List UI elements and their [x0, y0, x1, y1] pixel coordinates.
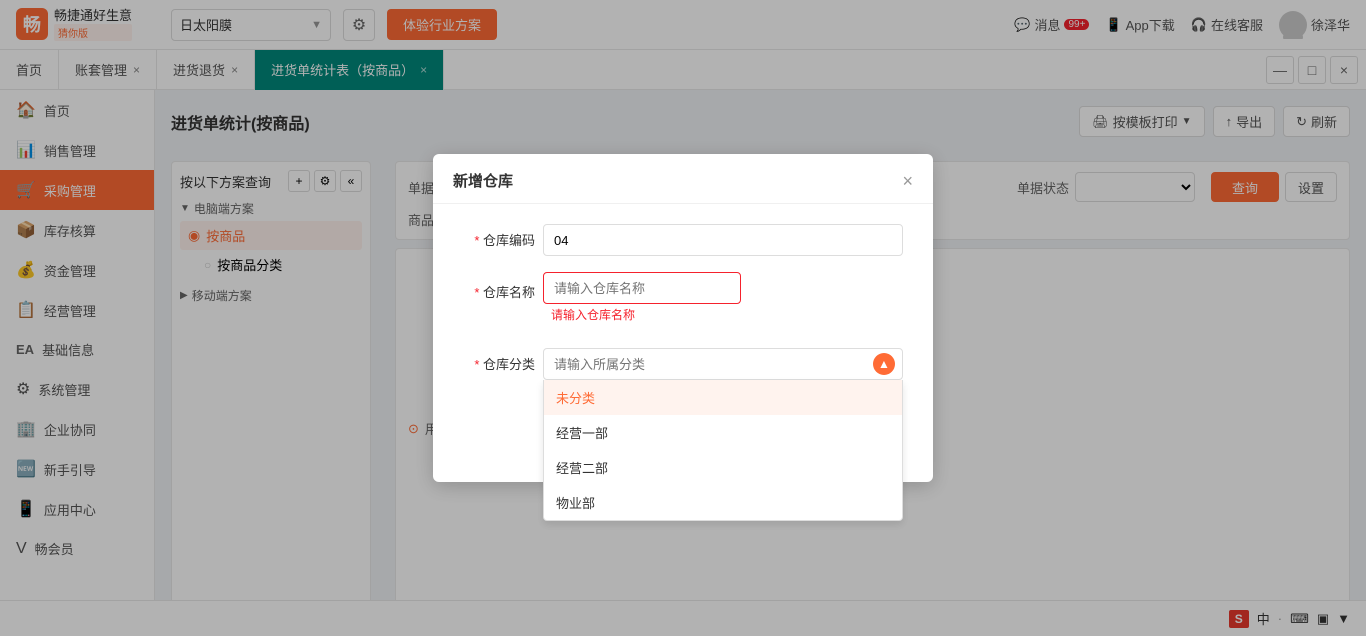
code-input[interactable] [543, 224, 903, 256]
category-input[interactable] [543, 348, 903, 380]
add-warehouse-dialog: 新增仓库 × 仓库编码 仓库名称 请输入仓库名称 仓库分类 [433, 154, 933, 482]
dropdown-option-0[interactable]: 未分类 [544, 380, 902, 415]
category-dropdown-container: ▲ 未分类 经营一部 经营二部 物业部 [543, 348, 903, 380]
dialog-overlay: 新增仓库 × 仓库编码 仓库名称 请输入仓库名称 仓库分类 [0, 0, 1366, 636]
form-row-name: 仓库名称 请输入仓库名称 [463, 272, 903, 324]
category-dropdown-toggle[interactable]: ▲ [873, 353, 895, 375]
category-label: 仓库分类 [463, 348, 543, 373]
dropdown-option-2[interactable]: 经营二部 [544, 450, 902, 485]
dialog-header: 新增仓库 × [433, 154, 933, 204]
dropdown-option-3[interactable]: 物业部 [544, 485, 902, 520]
form-row-name-inner: 仓库名称 [463, 272, 741, 304]
name-input[interactable] [543, 272, 741, 304]
name-label: 仓库名称 [463, 276, 543, 301]
form-row-category: 仓库分类 ▲ 未分类 经营一部 经营二部 物业部 [463, 348, 903, 380]
category-dropdown-menu: 未分类 经营一部 经营二部 物业部 [543, 380, 903, 521]
dialog-title: 新增仓库 [453, 170, 513, 191]
dialog-close-button[interactable]: × [902, 172, 913, 190]
form-row-code: 仓库编码 [463, 224, 903, 256]
dropdown-option-1[interactable]: 经营一部 [544, 415, 902, 450]
chevron-up-icon: ▲ [878, 357, 890, 371]
code-label: 仓库编码 [463, 224, 543, 249]
name-error-msg: 请输入仓库名称 [551, 308, 635, 322]
dialog-body: 仓库编码 仓库名称 请输入仓库名称 仓库分类 ▲ [433, 204, 933, 416]
